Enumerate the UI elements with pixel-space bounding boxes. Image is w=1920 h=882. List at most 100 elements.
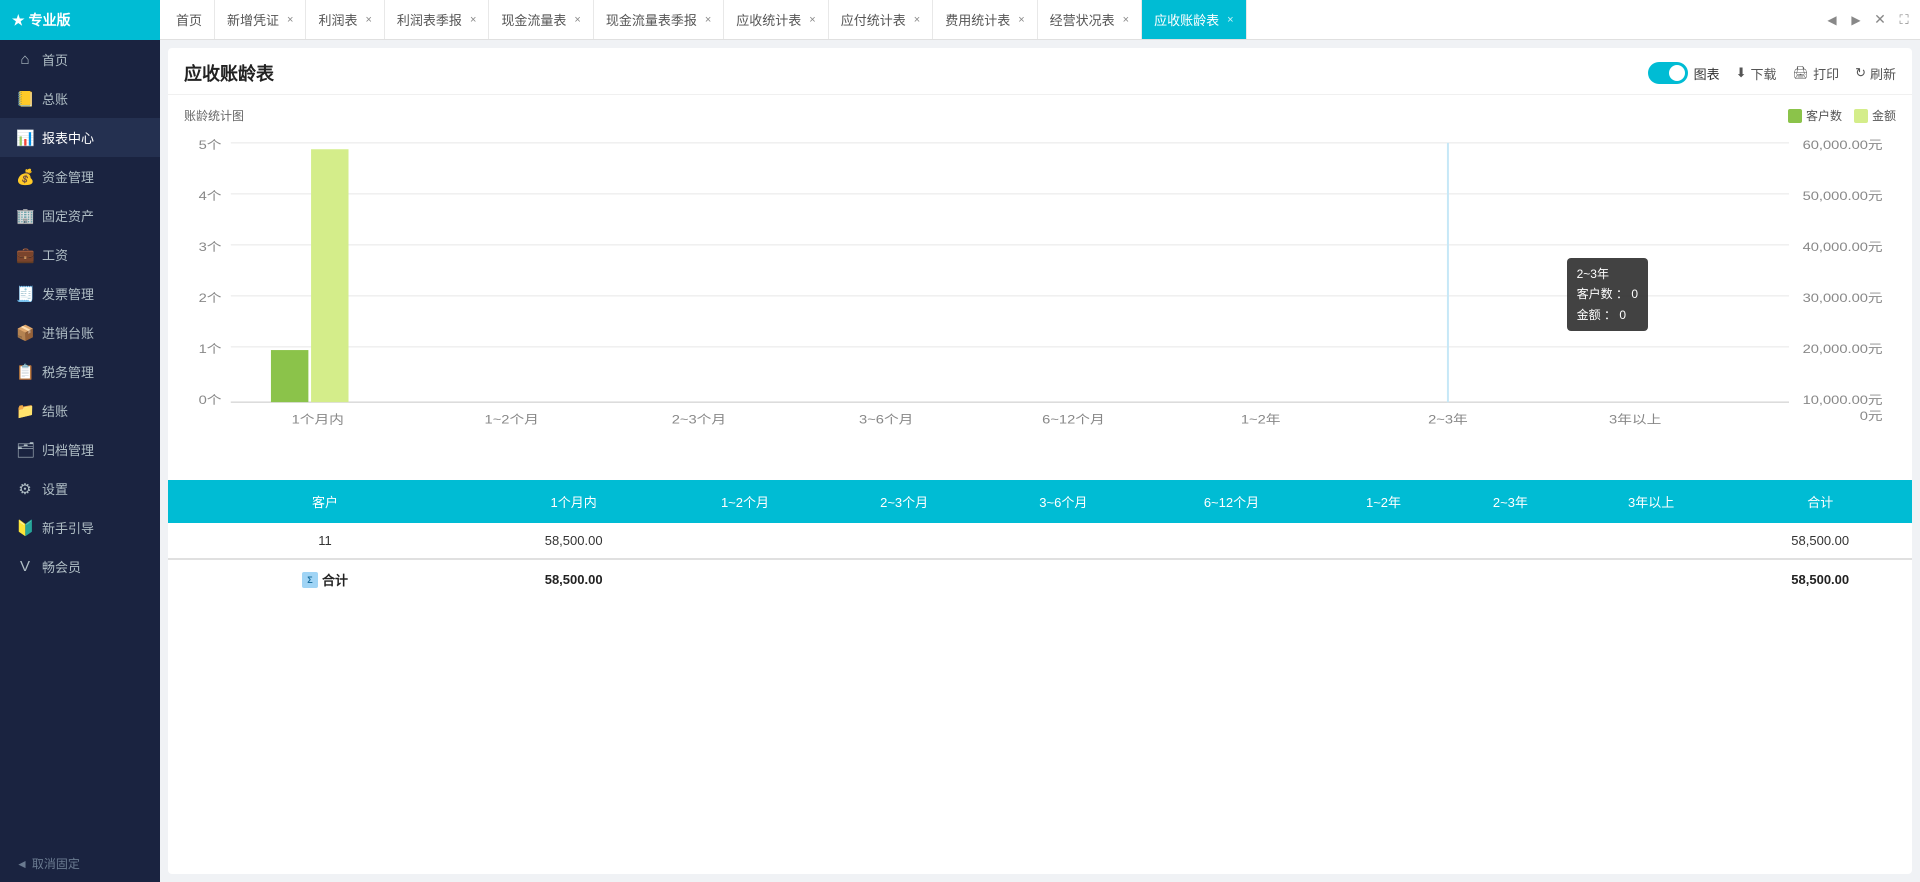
- footer-cell-9: 58,500.00: [1728, 559, 1912, 599]
- sidebar-item-invoice[interactable]: 🧾发票管理: [0, 274, 160, 313]
- tab-home[interactable]: 首页: [164, 0, 215, 40]
- sidebar-item-label: 资金管理: [42, 167, 94, 186]
- close-tab-profit-button[interactable]: ×: [365, 14, 371, 26]
- tab-ar_aging[interactable]: 应收账龄表×: [1142, 0, 1246, 40]
- svg-text:40,000.00元: 40,000.00元: [1803, 241, 1883, 254]
- footer-cell-6: [1320, 559, 1447, 599]
- guide-icon: 🔰: [16, 519, 34, 537]
- funds-icon: 💰: [16, 168, 34, 186]
- sidebar-item-member[interactable]: V畅会员: [0, 547, 160, 586]
- col-month23: 2~3个月: [825, 480, 984, 523]
- chart-svg: 5个 4个 3个 2个 1个 0个 60,000.00元 50,000.00元 …: [184, 128, 1896, 468]
- svg-text:2个: 2个: [199, 292, 222, 305]
- member-icon: V: [16, 558, 34, 575]
- invoice-icon: 🧾: [16, 285, 34, 303]
- tab-profit_q[interactable]: 利润表季报×: [385, 0, 489, 40]
- sidebar-item-inout[interactable]: 📦进销台账: [0, 313, 160, 352]
- svg-text:4个: 4个: [199, 190, 222, 203]
- page-content: 应收账龄表 图表 ⬇ 下载 🖨 打印 ↻ 刷新: [168, 48, 1912, 874]
- collapse-sidebar-button[interactable]: ◄ 取消固定: [0, 845, 160, 882]
- tab-cashflow[interactable]: 现金流量表 ×: [489, 0, 593, 40]
- chart-container: 5个 4个 3个 2个 1个 0个 60,000.00元 50,000.00元 …: [184, 128, 1896, 468]
- bar-customer-month1: [271, 350, 308, 402]
- tab-next-button[interactable]: ▶: [1844, 0, 1868, 40]
- tab-label-voucher: 新增凭证: [227, 10, 279, 29]
- footer-cell-2: [665, 559, 824, 599]
- tab-cashflow_q[interactable]: 现金流量表季报×: [594, 0, 724, 40]
- sidebar-item-ledger[interactable]: 📒 总账: [0, 79, 160, 118]
- sidebar-item-settings[interactable]: ⚙ 设置: [0, 469, 160, 508]
- sidebar-item-funds[interactable]: 💰 资金管理: [0, 157, 160, 196]
- sidebar-item-tax[interactable]: 📋 税务管理: [0, 352, 160, 391]
- refresh-icon: ↻: [1855, 65, 1866, 81]
- close-tab-expense-button[interactable]: ×: [1018, 14, 1024, 26]
- svg-text:5个: 5个: [199, 139, 222, 152]
- sidebar-item-home[interactable]: ⌂首页: [0, 40, 160, 79]
- tab-label-cashflow: 现金流量表: [501, 10, 566, 29]
- table-cell-r0-c1: 58,500.00: [482, 523, 665, 559]
- close-tab-biz-button[interactable]: ×: [1123, 14, 1129, 26]
- sidebar-item-label: 报表中心: [42, 128, 94, 147]
- close-tab-voucher-button[interactable]: ×: [287, 14, 293, 26]
- table-cell-r0-c4: [984, 523, 1143, 559]
- settings-icon: ⚙: [16, 480, 34, 498]
- chart-toggle[interactable]: [1648, 62, 1688, 84]
- col-customer: 客户: [168, 480, 482, 523]
- expand-button[interactable]: ⛶: [1892, 0, 1916, 40]
- table-footer-row: Σ 合计58,500.0058,500.00: [168, 559, 1912, 599]
- tax-icon: 📋: [16, 363, 34, 381]
- chevron-left-icon: ◄: [16, 857, 28, 871]
- close-tab-ap_stat-button[interactable]: ×: [914, 14, 920, 26]
- svg-text:3~6个月: 3~6个月: [859, 413, 913, 426]
- close-tab-profit_q-button[interactable]: ×: [470, 14, 476, 26]
- tab-ar_stat[interactable]: 应收统计表×: [724, 0, 828, 40]
- print-icon: 🖨: [1793, 65, 1810, 81]
- sidebar-item-guide[interactable]: 🔰 新手引导: [0, 508, 160, 547]
- tab-prev-button[interactable]: ◀: [1820, 0, 1844, 40]
- sidebar-item-assets[interactable]: 🏢固定资产: [0, 196, 160, 235]
- sidebar-item-label: 结账: [42, 401, 68, 420]
- download-button[interactable]: ⬇ 下载: [1736, 64, 1777, 83]
- col-month36: 3~6个月: [984, 480, 1143, 523]
- sidebar-item-label: 新手引导: [42, 518, 94, 537]
- tab-expense[interactable]: 费用统计表 ×: [933, 0, 1037, 40]
- sidebar-item-settlement[interactable]: 📁 结账: [0, 391, 160, 430]
- sidebar-item-label: 设置: [42, 479, 68, 498]
- print-button[interactable]: 🖨 打印: [1793, 64, 1840, 83]
- sidebar-item-reports[interactable]: 📊报表中心: [0, 118, 160, 157]
- svg-text:20,000.00元: 20,000.00元: [1803, 343, 1883, 356]
- svg-text:0个: 0个: [199, 394, 222, 407]
- tab-voucher[interactable]: 新增凭证 ×: [215, 0, 306, 40]
- close-tab-ar_stat-button[interactable]: ×: [809, 14, 815, 26]
- close-all-tabs-button[interactable]: ✕: [1868, 0, 1892, 40]
- tab-label-profit: 利润表: [318, 10, 357, 29]
- refresh-button[interactable]: ↻ 刷新: [1855, 64, 1896, 83]
- tab-ap_stat[interactable]: 应付统计表×: [829, 0, 933, 40]
- table-cell-r0-c6: [1320, 523, 1447, 559]
- col-month1: 1个月内: [482, 480, 665, 523]
- sidebar-item-payroll[interactable]: 💼工资: [0, 235, 160, 274]
- sidebar-item-archive[interactable]: 🗂归档管理: [0, 430, 160, 469]
- close-tab-cashflow_q-button[interactable]: ×: [705, 14, 711, 26]
- close-tab-ar_aging-button[interactable]: ×: [1227, 14, 1233, 26]
- svg-text:1~2年: 1~2年: [1241, 413, 1281, 426]
- svg-text:3个: 3个: [199, 241, 222, 254]
- col-total: 合计: [1728, 480, 1912, 523]
- sidebar-item-label: 税务管理: [42, 362, 94, 381]
- legend-customer-dot: [1788, 109, 1802, 123]
- svg-text:50,000.00元: 50,000.00元: [1803, 190, 1883, 203]
- chart-area: 账龄统计图 客户数 金额 5个 4个 3个 2个 1个: [168, 95, 1912, 480]
- tab-label-home: 首页: [176, 10, 202, 29]
- close-tab-cashflow-button[interactable]: ×: [574, 14, 580, 26]
- legend-customer: 客户数: [1788, 107, 1842, 124]
- tab-profit[interactable]: 利润表 ×: [306, 0, 384, 40]
- tab-biz[interactable]: 经营状况表×: [1038, 0, 1142, 40]
- svg-text:30,000.00元: 30,000.00元: [1803, 292, 1883, 305]
- settlement-icon: 📁: [16, 402, 34, 420]
- col-year3plus: 3年以上: [1574, 480, 1729, 523]
- ledger-icon: 📒: [16, 90, 34, 108]
- svg-text:1~2个月: 1~2个月: [485, 413, 539, 426]
- main-area: 首页新增凭证×利润表×利润表季报×现金流量表×现金流量表季报×应收统计表×应付统…: [160, 0, 1920, 882]
- sidebar-item-label: 总账: [42, 89, 68, 108]
- tab-label-expense: 费用统计表: [945, 10, 1010, 29]
